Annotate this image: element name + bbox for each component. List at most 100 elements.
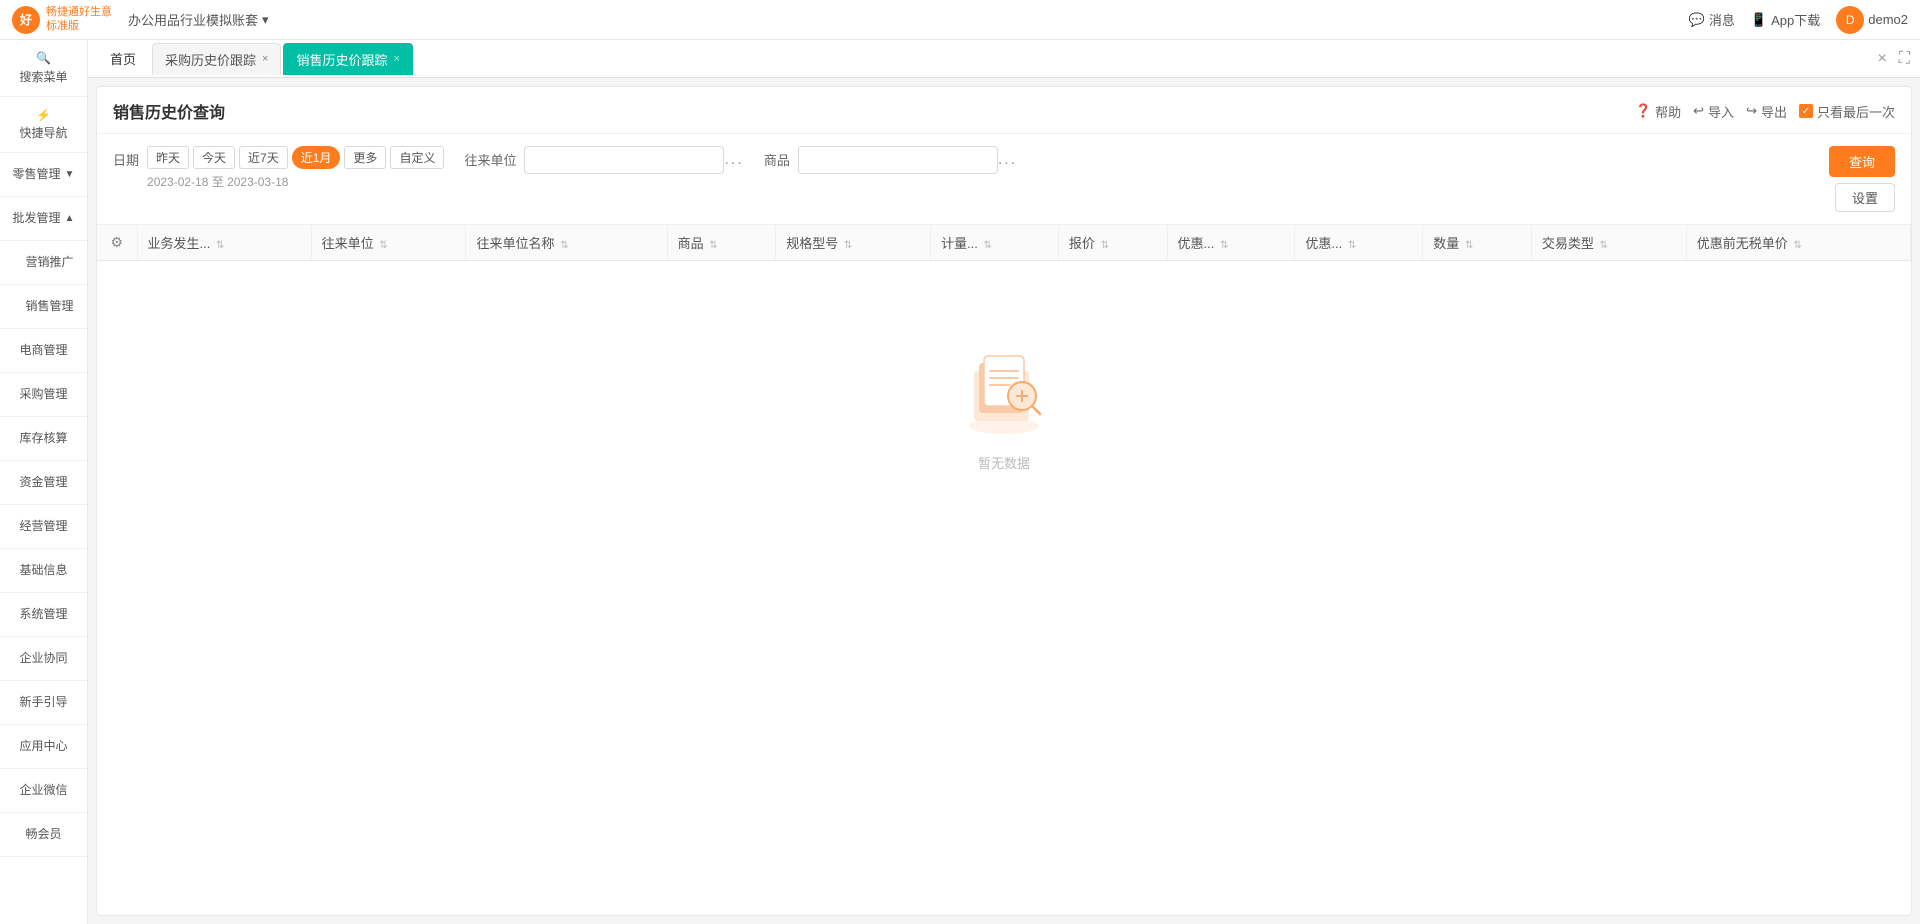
sidebar-item-operations[interactable]: 经营管理: [0, 505, 87, 549]
table-col-settings: ⚙: [97, 225, 137, 261]
sidebar-item-retail[interactable]: 零售管理 ▼: [0, 153, 87, 197]
sidebar-item-ecommerce[interactable]: 电商管理: [0, 329, 87, 373]
filter-right-actions: 查询 设置: [1829, 146, 1895, 212]
sidebar-item-wholesale[interactable]: 批发管理 ▲: [0, 197, 87, 241]
partner-input-wrapper: ...: [524, 146, 743, 174]
partner-filter-group: 往来单位 ...: [464, 146, 743, 174]
gear-icon[interactable]: ⚙: [110, 234, 123, 250]
sort-icon[interactable]: ⇅: [560, 240, 568, 251]
top-bar: 好 畅捷通好生意 标准版 办公用品行业模拟账套 ▾ 💬 消息 📱 App下载 D…: [0, 0, 1920, 40]
tab-purchase-history[interactable]: 采购历史价跟踪 ×: [152, 43, 281, 75]
import-button[interactable]: ↩ 导入: [1693, 102, 1734, 121]
table-col-date: 业务发生... ⇅: [137, 225, 311, 261]
date-btn-more[interactable]: 更多: [344, 146, 386, 169]
date-btn-custom[interactable]: 自定义: [390, 146, 444, 169]
sidebar-item-basic-info[interactable]: 基础信息: [0, 549, 87, 593]
date-btn-today[interactable]: 今天: [193, 146, 235, 169]
partner-input[interactable]: [524, 146, 724, 174]
date-filter-group: 日期 昨天 今天 近7天 近1月 更多 自定义 2023-02-18 至 202…: [113, 146, 444, 190]
sidebar-item-purchase[interactable]: 采购管理: [0, 373, 87, 417]
tab-bar: 首页 采购历史价跟踪 × 销售历史价跟踪 × × ⛶: [88, 40, 1920, 78]
checkbox-icon[interactable]: ✓: [1799, 104, 1813, 118]
table-col-qty: 数量 ⇅: [1423, 225, 1532, 261]
user-menu[interactable]: D demo2: [1836, 6, 1908, 34]
export-icon: ↪: [1746, 103, 1757, 119]
sidebar-item-member[interactable]: 畅会员: [0, 813, 87, 857]
sort-icon[interactable]: ⇅: [709, 240, 717, 251]
sort-icon[interactable]: ⇅: [1793, 240, 1801, 251]
close-tab-sales-icon[interactable]: ×: [393, 53, 399, 65]
search-icon: 🔍: [36, 50, 51, 67]
date-btn-yesterday[interactable]: 昨天: [147, 146, 189, 169]
date-buttons: 昨天 今天 近7天 近1月 更多 自定义 2023-02-18 至 2023-0…: [147, 146, 444, 190]
top-bar-right: 💬 消息 📱 App下载 D demo2: [1689, 6, 1908, 34]
table-col-partner: 往来单位 ⇅: [311, 225, 466, 261]
close-window-button[interactable]: ×: [1875, 48, 1888, 70]
empty-state: 暂无数据: [97, 261, 1911, 552]
table-col-unit: 计量... ⇅: [931, 225, 1059, 261]
close-tab-purchase-icon[interactable]: ×: [262, 53, 268, 65]
help-button[interactable]: ❓ 帮助: [1635, 102, 1681, 121]
product-filter-group: 商品 ...: [764, 146, 1017, 174]
help-icon: ❓: [1635, 103, 1651, 119]
tab-sales-history[interactable]: 销售历史价跟踪 ×: [283, 43, 412, 75]
logo-icon: 好: [12, 6, 40, 34]
download-icon: 📱: [1751, 12, 1767, 28]
settings-button[interactable]: 设置: [1835, 183, 1895, 212]
sidebar-item-enterprise-wechat[interactable]: 企业微信: [0, 769, 87, 813]
sidebar-item-inventory[interactable]: 库存核算: [0, 417, 87, 461]
date-btn-7days[interactable]: 近7天: [239, 146, 288, 169]
sort-icon[interactable]: ⇅: [984, 240, 992, 251]
sidebar-item-search[interactable]: 🔍 搜索菜单: [0, 40, 87, 97]
workspace-selector[interactable]: 办公用品行业模拟账套 ▾: [120, 6, 277, 33]
page-header: 销售历史价查询 ❓ 帮助 ↩ 导入 ↪ 导出 ✓: [97, 87, 1911, 134]
app-download-button[interactable]: 📱 App下载: [1751, 10, 1820, 29]
data-table: ⚙ 业务发生... ⇅ 往来单位 ⇅ 往来单位名称: [97, 225, 1911, 261]
logo-area: 好 畅捷通好生意 标准版: [12, 6, 112, 34]
tab-home[interactable]: 首页: [96, 43, 150, 74]
sidebar-item-newbie[interactable]: 新手引导: [0, 681, 87, 725]
message-button[interactable]: 💬 消息: [1689, 10, 1735, 29]
sidebar-item-cooperation[interactable]: 企业协同: [0, 637, 87, 681]
export-button[interactable]: ↪ 导出: [1746, 102, 1787, 121]
table-area: ⚙ 业务发生... ⇅ 往来单位 ⇅ 往来单位名称: [97, 225, 1911, 552]
message-icon: 💬: [1689, 12, 1705, 28]
table-col-product: 商品 ⇅: [667, 225, 776, 261]
sort-icon[interactable]: ⇅: [1348, 240, 1356, 251]
table-col-discount1: 优惠... ⇅: [1167, 225, 1295, 261]
tab-bar-actions: × ⛶: [1875, 48, 1912, 70]
table-col-spec: 规格型号 ⇅: [776, 225, 931, 261]
sort-icon[interactable]: ⇅: [216, 240, 224, 251]
sort-icon[interactable]: ⇅: [1220, 240, 1228, 251]
date-btn-row: 昨天 今天 近7天 近1月 更多 自定义: [147, 146, 444, 169]
sidebar-item-finance[interactable]: 资金管理: [0, 461, 87, 505]
chevron-down-icon: ▾: [262, 12, 269, 28]
date-btn-1month[interactable]: 近1月: [292, 146, 341, 169]
query-button[interactable]: 查询: [1829, 146, 1895, 177]
empty-text: 暂无数据: [978, 453, 1030, 472]
sidebar-item-system[interactable]: 系统管理: [0, 593, 87, 637]
page-content: 销售历史价查询 ❓ 帮助 ↩ 导入 ↪ 导出 ✓: [96, 86, 1912, 916]
sidebar-item-sales-mgmt[interactable]: 销售管理: [0, 285, 87, 329]
product-dots-button[interactable]: ...: [998, 151, 1017, 169]
sidebar-item-quick-nav[interactable]: ⚡ 快捷导航: [0, 97, 87, 154]
sort-icon[interactable]: ⇅: [844, 240, 852, 251]
page-actions: ❓ 帮助 ↩ 导入 ↪ 导出 ✓ 只看最后一次: [1635, 102, 1895, 121]
product-input[interactable]: [798, 146, 998, 174]
nav-icon: ⚡: [36, 107, 51, 124]
sort-icon[interactable]: ⇅: [1465, 240, 1473, 251]
only-last-checkbox[interactable]: ✓ 只看最后一次: [1799, 102, 1895, 121]
table-col-trade-type: 交易类型 ⇅: [1531, 225, 1686, 261]
table-col-partner-name: 往来单位名称 ⇅: [466, 225, 667, 261]
partner-dots-button[interactable]: ...: [724, 151, 743, 169]
maximize-window-button[interactable]: ⛶: [1897, 48, 1912, 70]
top-bar-left: 好 畅捷通好生意 标准版 办公用品行业模拟账套 ▾: [12, 6, 277, 34]
sort-icon[interactable]: ⇅: [379, 240, 387, 251]
product-input-wrapper: ...: [798, 146, 1017, 174]
sidebar-item-app-center[interactable]: 应用中心: [0, 725, 87, 769]
chevron-down-icon: ▼: [65, 168, 75, 182]
sort-icon[interactable]: ⇅: [1599, 240, 1607, 251]
sort-icon[interactable]: ⇅: [1101, 240, 1109, 251]
sidebar-item-marketing[interactable]: 营销推广: [0, 241, 87, 285]
main-layout: 🔍 搜索菜单 ⚡ 快捷导航 零售管理 ▼ 批发管理 ▲ 营销推广 销售管理 电商…: [0, 40, 1920, 924]
